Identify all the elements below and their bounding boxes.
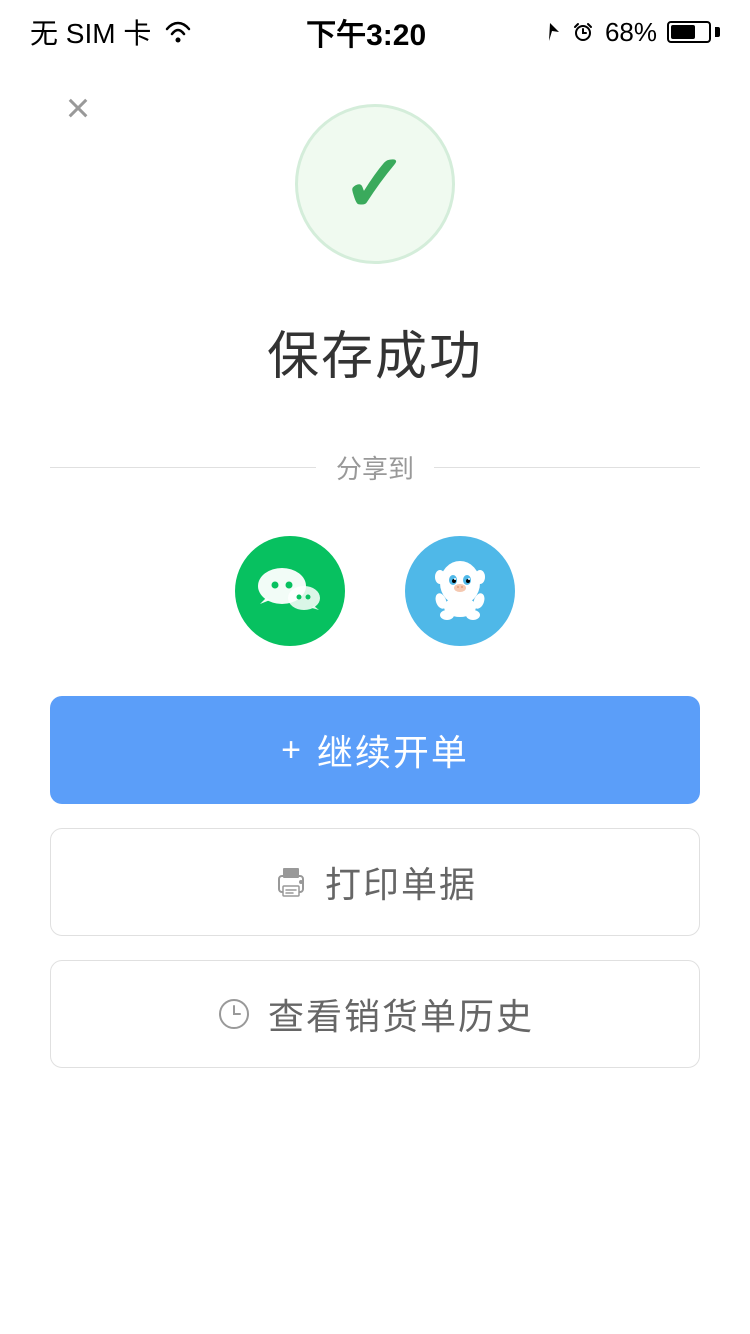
share-label: 分享到 <box>336 449 414 486</box>
continue-button[interactable]: + 继续开单 <box>50 696 700 804</box>
printer-icon <box>273 864 309 900</box>
success-title: 保存成功 <box>267 314 483 389</box>
share-divider-row: 分享到 <box>50 449 700 486</box>
print-button[interactable]: 打印单据 <box>50 828 700 936</box>
close-button[interactable]: × <box>50 80 106 136</box>
clock-icon <box>216 996 252 1032</box>
divider-right <box>434 467 700 468</box>
battery-icon <box>667 21 720 43</box>
alarm-icon <box>571 20 595 44</box>
wechat-icon <box>256 562 324 620</box>
status-bar: 无 SIM 卡 下午3:20 68% <box>0 0 750 64</box>
qq-icon <box>431 555 489 627</box>
close-icon: × <box>66 87 91 129</box>
plus-icon: + <box>281 731 301 770</box>
status-left: 无 SIM 卡 <box>30 12 193 52</box>
no-sim-text: 无 SIM 卡 <box>30 12 151 52</box>
qq-share-button[interactable] <box>405 536 515 646</box>
battery-percent: 68% <box>605 17 657 48</box>
location-icon <box>539 21 561 43</box>
success-circle: ✓ <box>295 104 455 264</box>
checkmark-icon: ✓ <box>341 144 408 224</box>
wifi-icon <box>163 21 193 43</box>
print-button-label: 打印单据 <box>325 856 477 908</box>
continue-button-label: 继续开单 <box>317 724 469 776</box>
share-icons-row <box>50 536 700 646</box>
history-button-label: 查看销货单历史 <box>268 988 534 1040</box>
status-right: 68% <box>539 17 720 48</box>
action-buttons: + 继续开单 打印单据 查看销货单历史 <box>0 696 750 1068</box>
history-button[interactable]: 查看销货单历史 <box>50 960 700 1068</box>
divider-left <box>50 467 316 468</box>
main-content: ✓ 保存成功 分享到 <box>0 64 750 1068</box>
status-time: 下午3:20 <box>306 10 426 54</box>
share-section: 分享到 <box>0 449 750 646</box>
wechat-share-button[interactable] <box>235 536 345 646</box>
